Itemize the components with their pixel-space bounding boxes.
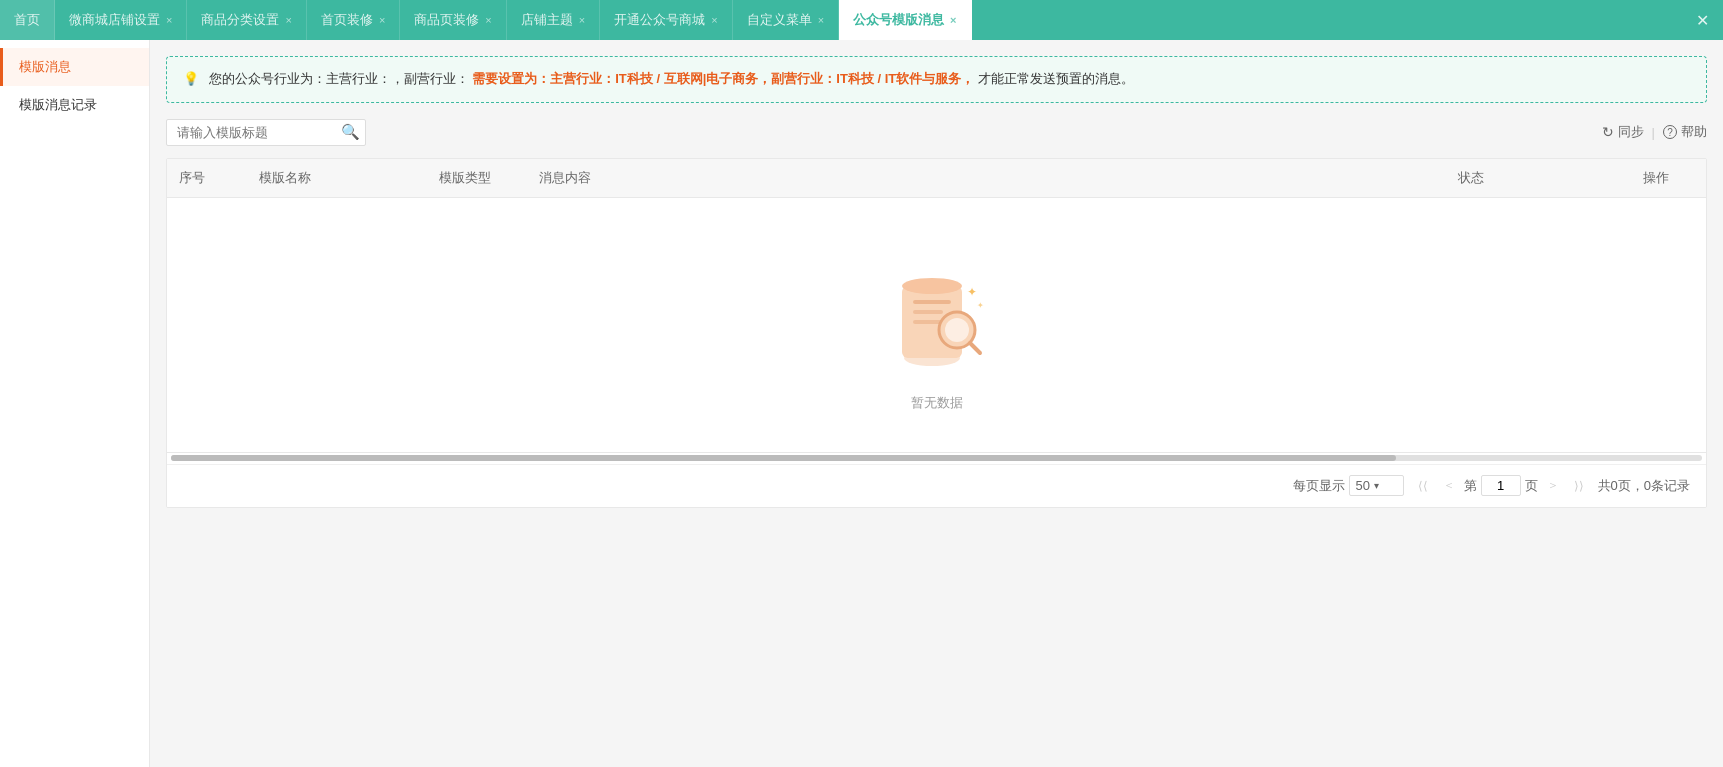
help-button[interactable]: ? 帮助 [1663, 123, 1707, 141]
svg-rect-3 [913, 300, 951, 304]
tab-home-decor-close[interactable]: × [379, 14, 385, 26]
page-size-value: 50 [1356, 478, 1370, 493]
close-all-tabs[interactable]: ✕ [1682, 11, 1723, 30]
scrollbar-track [171, 455, 1702, 461]
help-icon: ? [1663, 125, 1677, 139]
col-content: 消息内容 [527, 159, 1446, 197]
tab-shop-theme-label: 店铺主题 [521, 11, 573, 29]
tab-template-msg-close[interactable]: × [950, 14, 956, 26]
tab-home-decor-label: 首页装修 [321, 11, 373, 29]
empty-illustration: ✦ ✦ [877, 258, 997, 378]
main-layout: 模版消息 模版消息记录 💡 您的公众号行业为：主营行业：，副营行业： 需要设置为… [0, 40, 1723, 767]
search-input-wrap: 🔍 [166, 119, 366, 146]
page-navigation: ⟨⟨ ＜ 第 页 ＞ ⟩⟩ [1412, 475, 1590, 497]
tab-product-category-label: 商品分类设置 [201, 11, 279, 29]
svg-point-7 [945, 318, 969, 342]
sidebar: 模版消息 模版消息记录 [0, 40, 150, 767]
page-di-label: 第 [1464, 477, 1477, 495]
svg-text:✦: ✦ [967, 285, 977, 299]
page-unit-label: 页 [1525, 477, 1538, 495]
col-action: 操作 [1606, 159, 1706, 197]
notice-box: 💡 您的公众号行业为：主营行业：，副营行业： 需要设置为：主营行业：IT科技 /… [166, 56, 1707, 103]
first-page-button[interactable]: ⟨⟨ [1412, 475, 1434, 497]
dropdown-icon: ▾ [1374, 480, 1379, 491]
empty-text: 暂无数据 [911, 394, 963, 412]
tab-home-label: 首页 [14, 11, 40, 29]
sidebar-item-template-msg[interactable]: 模版消息 [0, 48, 149, 86]
svg-point-2 [902, 278, 962, 294]
content-area: 💡 您的公众号行业为：主营行业：，副营行业： 需要设置为：主营行业：IT科技 /… [150, 40, 1723, 767]
scrollbar-thumb[interactable] [171, 455, 1396, 461]
col-status: 状态 [1446, 159, 1606, 197]
tab-product-category[interactable]: 商品分类设置 × [187, 0, 306, 40]
tab-open-mall[interactable]: 开通公众号商城 × [600, 0, 732, 40]
page-size-selector: 每页显示 50 ▾ [1293, 475, 1404, 496]
search-left: 🔍 [166, 119, 366, 146]
sync-icon: ↻ [1602, 124, 1614, 140]
bulb-icon: 💡 [183, 71, 199, 86]
next-page-button[interactable]: ＞ [1542, 475, 1564, 497]
tab-home[interactable]: 首页 [0, 0, 55, 40]
sync-button[interactable]: ↻ 同步 [1602, 123, 1644, 141]
col-name: 模版名称 [247, 159, 427, 197]
tab-home-decor[interactable]: 首页装修 × [307, 0, 400, 40]
tab-custom-menu-label: 自定义菜单 [747, 11, 812, 29]
current-page-input[interactable] [1481, 475, 1521, 496]
tab-custom-menu[interactable]: 自定义菜单 × [733, 0, 839, 40]
last-page-button[interactable]: ⟩⟩ [1568, 475, 1590, 497]
tab-product-decor-close[interactable]: × [485, 14, 491, 26]
page-size-dropdown[interactable]: 50 ▾ [1349, 475, 1404, 496]
sidebar-item-template-msg-record[interactable]: 模版消息记录 [0, 86, 149, 124]
sync-label: 同步 [1618, 123, 1644, 141]
tab-product-category-close[interactable]: × [285, 14, 291, 26]
search-input[interactable] [166, 119, 366, 146]
search-bar: 🔍 ↻ 同步 | ? 帮助 [166, 119, 1707, 146]
horizontal-scrollbar[interactable] [167, 452, 1706, 464]
tab-shop-settings-label: 微商城店铺设置 [69, 11, 160, 29]
tab-open-mall-label: 开通公众号商城 [614, 11, 705, 29]
page-total: 共0页，0条记录 [1598, 477, 1690, 495]
tab-custom-menu-close[interactable]: × [818, 14, 824, 26]
tab-template-msg[interactable]: 公众号模版消息 × [839, 0, 971, 40]
empty-state: ✦ ✦ 暂无数据 [167, 198, 1706, 452]
tab-shop-theme-close[interactable]: × [579, 14, 585, 26]
svg-line-8 [970, 343, 980, 353]
help-label: 帮助 [1681, 123, 1707, 141]
search-icon[interactable]: 🔍 [341, 123, 360, 141]
col-type: 模版类型 [427, 159, 527, 197]
table-header: 序号 模版名称 模版类型 消息内容 状态 操作 [167, 159, 1706, 198]
search-right: ↻ 同步 | ? 帮助 [1602, 123, 1707, 141]
prev-page-button[interactable]: ＜ [1438, 475, 1460, 497]
page-size-label: 每页显示 [1293, 477, 1345, 495]
tab-open-mall-close[interactable]: × [711, 14, 717, 26]
notice-suffix: 才能正常发送预置的消息。 [978, 71, 1134, 86]
tab-product-decor-label: 商品页装修 [414, 11, 479, 29]
notice-prefix: 您的公众号行业为：主营行业：，副营行业： [209, 71, 469, 86]
tab-template-msg-label: 公众号模版消息 [853, 11, 944, 29]
col-seq: 序号 [167, 159, 247, 197]
divider: | [1652, 125, 1655, 140]
tab-shop-settings-close[interactable]: × [166, 14, 172, 26]
svg-text:✦: ✦ [977, 301, 984, 310]
pagination: 每页显示 50 ▾ ⟨⟨ ＜ 第 页 ＞ ⟩⟩ 共0页，0条记录 [167, 464, 1706, 507]
tab-product-decor[interactable]: 商品页装修 × [400, 0, 506, 40]
svg-rect-4 [913, 310, 943, 314]
data-table: 序号 模版名称 模版类型 消息内容 状态 操作 [166, 158, 1707, 508]
top-nav: 首页 微商城店铺设置 × 商品分类设置 × 首页装修 × 商品页装修 × 店铺主… [0, 0, 1723, 40]
notice-highlight: 需要设置为：主营行业：IT科技 / 互联网|电子商务，副营行业：IT科技 / I… [472, 71, 974, 86]
tab-shop-settings[interactable]: 微商城店铺设置 × [55, 0, 187, 40]
tab-shop-theme[interactable]: 店铺主题 × [507, 0, 600, 40]
